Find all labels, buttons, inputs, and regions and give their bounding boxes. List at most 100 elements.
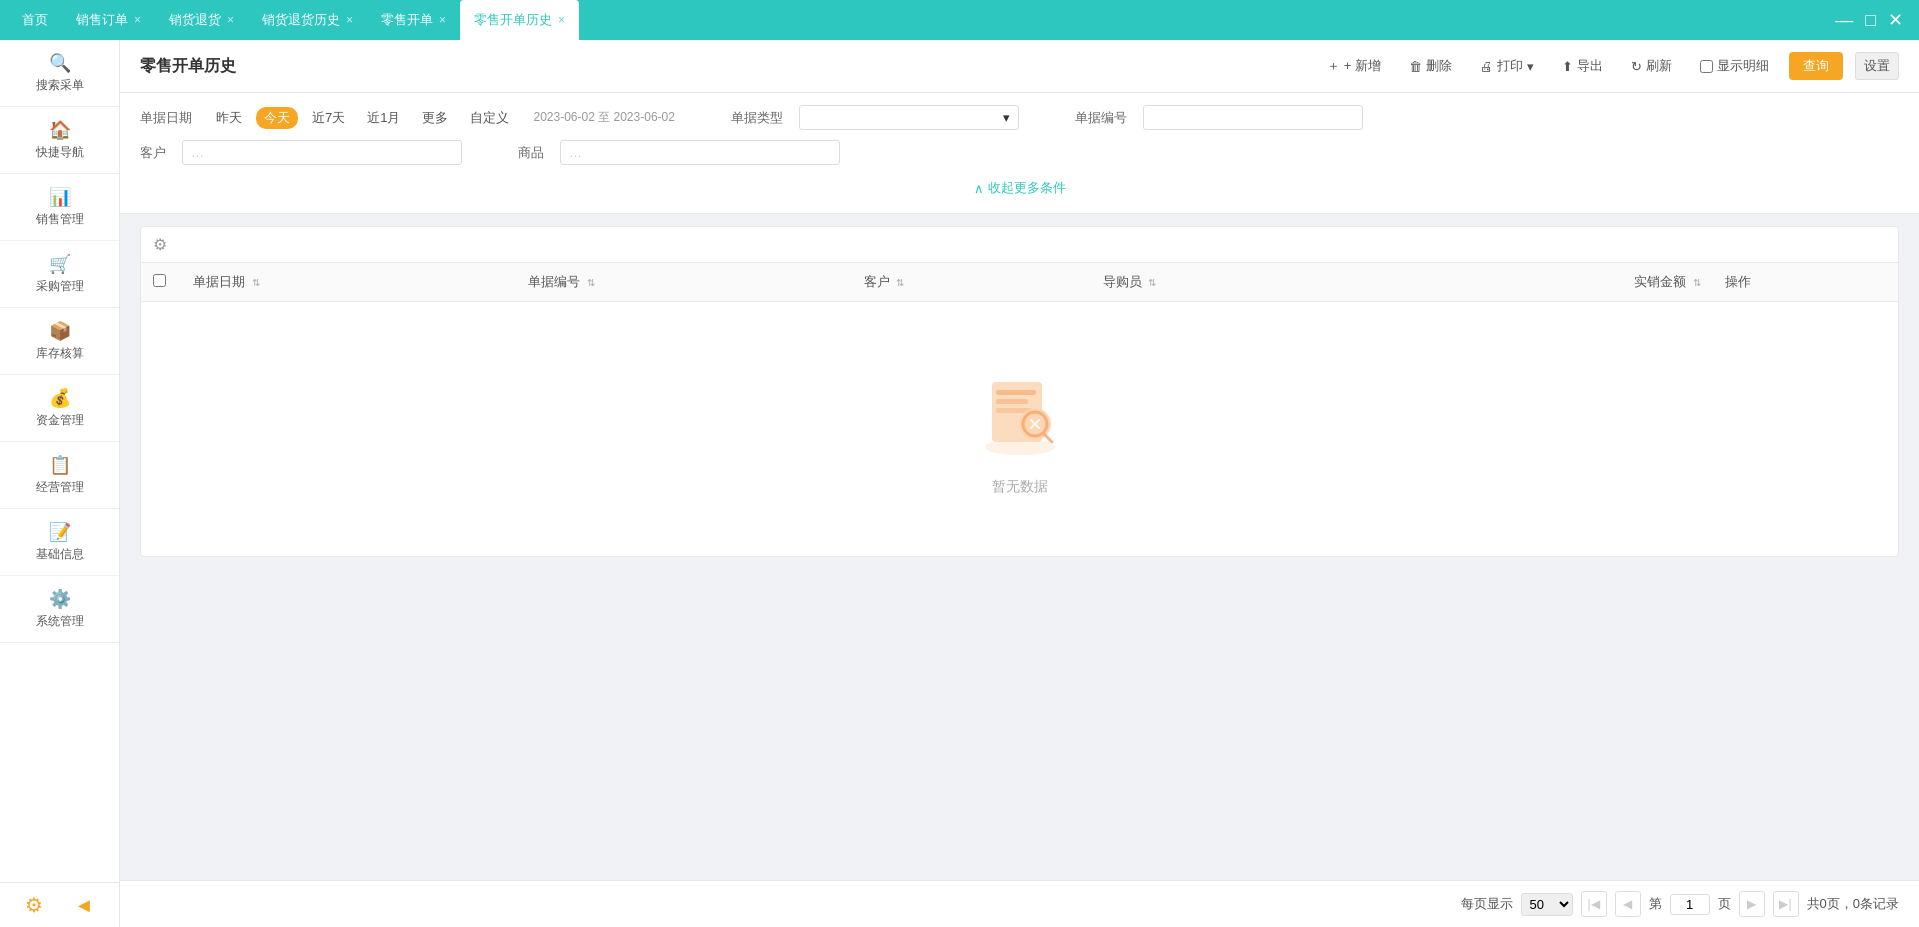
sidebar-item-finance[interactable]: 💰 资金管理 (0, 375, 119, 442)
per-page-select[interactable]: 50 100 200 (1521, 893, 1573, 916)
tab-return-goods-close[interactable]: × (227, 13, 234, 27)
tab-return-history[interactable]: 销货退货历史 × (248, 0, 367, 40)
filter-area: 单据日期 昨天 今天 近7天 近1月 更多 自定义 2023-06-02 至 2… (120, 93, 1919, 214)
tab-sales-order[interactable]: 销售订单 × (62, 0, 155, 40)
page-header: 零售开单历史 ＋ + 新增 🗑 删除 🖨 打印 ▾ ⬆ 导出 (120, 40, 1919, 93)
add-button[interactable]: ＋ + 新增 (1319, 53, 1389, 79)
date-opt-1month[interactable]: 近1月 (359, 107, 408, 129)
page-label: 第 (1649, 895, 1662, 913)
header-actions: ＋ + 新增 🗑 删除 🖨 打印 ▾ ⬆ 导出 ↻ (1319, 52, 1899, 80)
pagination: 每页显示 50 100 200 |◀ ◀ 第 页 ▶ ▶| 共0页，0条记录 (120, 880, 1919, 927)
export-button[interactable]: ⬆ 导出 (1554, 53, 1611, 79)
col-amount[interactable]: 实销金额 ⇅ (1378, 263, 1713, 302)
tab-retail-order-close[interactable]: × (439, 13, 446, 27)
col-customer-label: 客户 (864, 274, 890, 289)
close-icon[interactable]: ✕ (1888, 9, 1903, 31)
col-customer-sort[interactable]: ⇅ (896, 277, 904, 288)
col-date[interactable]: 单据日期 ⇅ (181, 263, 516, 302)
tab-return-goods-label: 销货退货 (169, 11, 221, 29)
refresh-label: 刷新 (1646, 57, 1672, 75)
customer-placeholder: … (191, 145, 204, 160)
purchase-icon: 🛒 (49, 253, 71, 275)
sidebar-item-sales-label: 销售管理 (36, 211, 84, 228)
sidebar-item-purchase[interactable]: 🛒 采购管理 (0, 241, 119, 308)
col-customer[interactable]: 客户 ⇅ (852, 263, 1091, 302)
goods-placeholder: … (569, 145, 582, 160)
select-all-checkbox[interactable] (153, 274, 166, 287)
print-dropdown-icon: ▾ (1527, 59, 1534, 74)
checkbox-header (141, 263, 181, 302)
last-page-btn[interactable]: ▶| (1773, 891, 1799, 917)
minimize-icon[interactable]: — (1835, 10, 1853, 31)
col-amount-label: 实销金额 (1634, 274, 1686, 289)
top-tabs-bar: 首页 销售订单 × 销货退货 × 销货退货历史 × 零售开单 × 零售开单历史 … (0, 0, 1919, 40)
content-area: 零售开单历史 ＋ + 新增 🗑 删除 🖨 打印 ▾ ⬆ 导出 (120, 40, 1919, 927)
export-label: 导出 (1577, 57, 1603, 75)
settings-label: 设置 (1864, 57, 1890, 75)
tab-retail-order-label: 零售开单 (381, 11, 433, 29)
sidebar-item-search[interactable]: 🔍 搜索采单 (0, 40, 119, 107)
collapse-sidebar-icon[interactable]: ◄ (74, 894, 94, 917)
sidebar-bottom: ⚙ ◄ (0, 882, 119, 927)
doc-type-label: 单据类型 (731, 109, 783, 127)
show-detail-button[interactable]: 显示明细 (1692, 53, 1777, 79)
col-salesperson[interactable]: 导购员 ⇅ (1091, 263, 1378, 302)
settings-button[interactable]: 设置 (1855, 52, 1899, 80)
tab-retail-order[interactable]: 零售开单 × (367, 0, 460, 40)
refresh-button[interactable]: ↻ 刷新 (1623, 53, 1680, 79)
show-detail-label: 显示明细 (1717, 57, 1769, 75)
col-actions: 操作 (1713, 263, 1898, 302)
print-button[interactable]: 🖨 打印 ▾ (1472, 53, 1542, 79)
first-page-btn[interactable]: |◀ (1581, 891, 1607, 917)
doc-no-input[interactable] (1143, 105, 1363, 130)
tab-sales-order-label: 销售订单 (76, 11, 128, 29)
next-page-btn[interactable]: ▶ (1739, 891, 1765, 917)
col-salesperson-sort[interactable]: ⇅ (1148, 277, 1156, 288)
tab-retail-history-close[interactable]: × (558, 13, 565, 27)
col-amount-sort[interactable]: ⇅ (1693, 277, 1701, 288)
sidebar-item-inventory[interactable]: 📦 库存核算 (0, 308, 119, 375)
date-opt-today[interactable]: 今天 (256, 107, 298, 129)
sidebar-item-operations-label: 经营管理 (36, 479, 84, 496)
sidebar-item-system[interactable]: ⚙️ 系统管理 (0, 576, 119, 643)
per-page-label: 每页显示 (1461, 895, 1513, 913)
tab-return-history-close[interactable]: × (346, 13, 353, 27)
maximize-icon[interactable]: □ (1865, 10, 1876, 31)
query-button[interactable]: 查询 (1789, 52, 1843, 80)
date-opt-7days[interactable]: 近7天 (304, 107, 353, 129)
add-label: + 新增 (1344, 57, 1381, 75)
customer-label: 客户 (140, 144, 166, 162)
collapse-btn[interactable]: ∧ 收起更多条件 (140, 175, 1899, 201)
table-area: ⚙ 单据日期 ⇅ 单据编号 (120, 214, 1919, 880)
sidebar-item-sales[interactable]: 📊 销售管理 (0, 174, 119, 241)
tab-sales-order-close[interactable]: × (134, 13, 141, 27)
tab-home-label: 首页 (22, 11, 48, 29)
tab-return-goods[interactable]: 销货退货 × (155, 0, 248, 40)
col-doc-no-sort[interactable]: ⇅ (587, 277, 595, 288)
tab-retail-history[interactable]: 零售开单历史 × (460, 0, 579, 40)
col-doc-no[interactable]: 单据编号 ⇅ (516, 263, 851, 302)
sidebar-item-inventory-label: 库存核算 (36, 345, 84, 362)
customer-select[interactable]: … (182, 140, 462, 165)
doc-type-select[interactable]: ▾ (799, 105, 1019, 130)
sidebar-item-basic[interactable]: 📝 基础信息 (0, 509, 119, 576)
page-number-input[interactable] (1670, 894, 1710, 915)
col-date-sort[interactable]: ⇅ (252, 277, 260, 288)
goods-select[interactable]: … (560, 140, 840, 165)
tab-home[interactable]: 首页 (8, 0, 62, 40)
date-opt-custom[interactable]: 自定义 (462, 107, 517, 129)
sidebar: 🔍 搜索采单 🏠 快捷导航 📊 销售管理 🛒 采购管理 📦 库存核算 💰 资金管… (0, 40, 120, 927)
column-settings-icon[interactable]: ⚙ (153, 235, 167, 254)
prev-page-btn[interactable]: ◀ (1615, 891, 1641, 917)
settings-bottom-icon[interactable]: ⚙ (25, 893, 43, 917)
sales-icon: 📊 (49, 186, 71, 208)
sidebar-item-operations[interactable]: 📋 经营管理 (0, 442, 119, 509)
date-opt-yesterday[interactable]: 昨天 (208, 107, 250, 129)
col-date-label: 单据日期 (193, 274, 245, 289)
date-label: 单据日期 (140, 109, 192, 127)
filter-row-1: 单据日期 昨天 今天 近7天 近1月 更多 自定义 2023-06-02 至 2… (140, 105, 1899, 130)
sidebar-item-nav[interactable]: 🏠 快捷导航 (0, 107, 119, 174)
date-opt-more[interactable]: 更多 (414, 107, 456, 129)
show-detail-checkbox[interactable] (1700, 60, 1713, 73)
delete-button[interactable]: 🗑 删除 (1401, 53, 1460, 79)
